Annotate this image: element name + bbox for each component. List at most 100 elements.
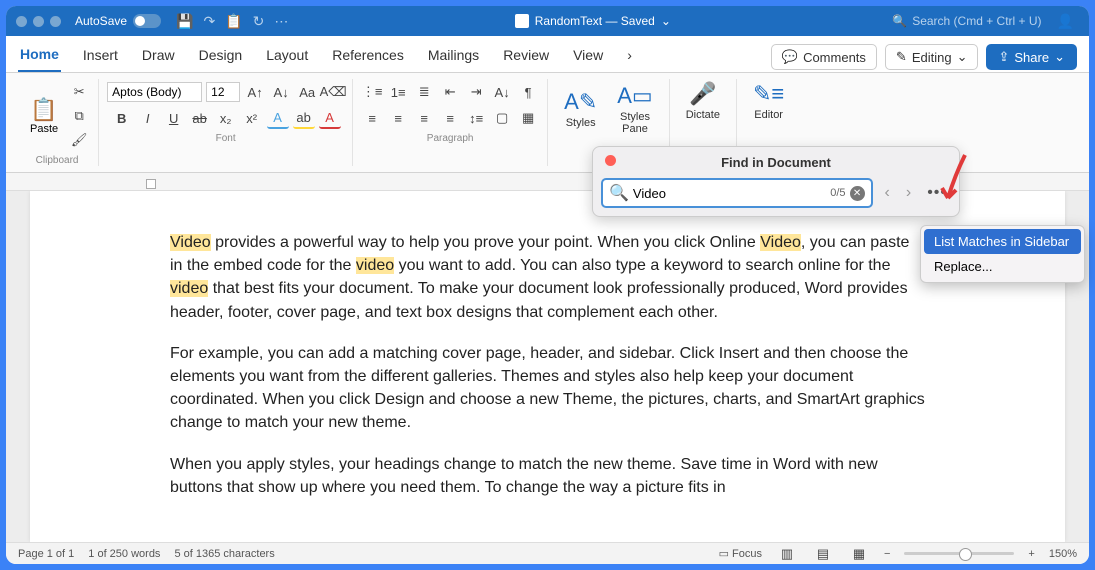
zoom-level[interactable]: 150% <box>1049 548 1077 560</box>
format-painter-icon[interactable]: 🖌 <box>68 129 90 151</box>
view-web-icon[interactable]: ▤ <box>812 543 834 565</box>
save-icon[interactable]: 💾 <box>176 13 193 30</box>
focus-mode[interactable]: ▭ Focus <box>719 547 762 560</box>
multilevel-list-icon[interactable]: ≣ <box>413 81 435 103</box>
find-input-wrap: 🔍 0/5 ✕ <box>601 178 873 208</box>
paragraph[interactable]: When you apply styles, your headings cha… <box>170 453 925 499</box>
increase-indent-icon[interactable]: ⇥ <box>465 81 487 103</box>
decrease-indent-icon[interactable]: ⇤ <box>439 81 461 103</box>
comments-button[interactable]: 💬 Comments <box>771 44 877 70</box>
close-icon[interactable] <box>605 155 616 166</box>
chevron-down-icon[interactable]: ⌄ <box>661 14 671 28</box>
autosave-toggle[interactable]: AutoSave <box>75 14 161 28</box>
close-window-icon[interactable] <box>16 16 27 27</box>
document-title[interactable]: RandomText — Saved ⌄ <box>293 14 892 28</box>
paragraph[interactable]: For example, you can add a matching cove… <box>170 342 925 435</box>
tab-draw[interactable]: Draw <box>140 43 177 71</box>
editing-mode-button[interactable]: ✎ Editing ⌄ <box>885 44 979 70</box>
tab-insert[interactable]: Insert <box>81 43 120 71</box>
search-field[interactable]: 🔍 Search (Cmd + Ctrl + U) <box>892 14 1041 28</box>
change-case-icon[interactable]: Aa <box>296 81 318 103</box>
decrease-font-icon[interactable]: A↓ <box>270 81 292 103</box>
tab-view[interactable]: View <box>571 43 605 71</box>
tab-mailings[interactable]: Mailings <box>426 43 481 71</box>
paste-button[interactable]: 📋 Paste <box>24 95 64 137</box>
minimize-window-icon[interactable] <box>33 16 44 27</box>
toggle-icon[interactable] <box>133 14 161 28</box>
superscript-icon[interactable]: x² <box>241 107 263 129</box>
bullets-icon[interactable]: ⋮≡ <box>361 81 383 103</box>
menu-list-matches[interactable]: List Matches in Sidebar <box>924 229 1081 254</box>
bold-icon[interactable]: B <box>111 107 133 129</box>
window-controls[interactable] <box>16 16 61 27</box>
borders-icon[interactable]: ▦ <box>517 107 539 129</box>
font-color-icon[interactable]: A <box>319 107 341 129</box>
view-print-icon[interactable]: ▥ <box>776 543 798 565</box>
group-label: Paragraph <box>427 133 474 144</box>
account-icon[interactable]: 👤 <box>1057 13 1074 30</box>
italic-icon[interactable]: I <box>137 107 159 129</box>
styles-pane-icon: A▭ <box>617 83 652 109</box>
qat-more-icon[interactable]: ⋯ <box>274 13 288 30</box>
tab-review[interactable]: Review <box>501 43 551 71</box>
paste-qat-icon[interactable]: 📋 <box>225 13 242 30</box>
tab-design[interactable]: Design <box>197 43 245 71</box>
statusbar: Page 1 of 1 1 of 250 words 5 of 1365 cha… <box>6 542 1089 564</box>
zoom-out-icon[interactable]: − <box>884 548 890 560</box>
tab-home[interactable]: Home <box>18 42 61 72</box>
styles-button[interactable]: A✎ Styles <box>556 87 605 131</box>
shading-icon[interactable]: ▢ <box>491 107 513 129</box>
highlight-icon[interactable]: ab <box>293 107 315 129</box>
font-name-select[interactable] <box>107 82 202 102</box>
show-marks-icon[interactable]: ¶ <box>517 81 539 103</box>
font-size-select[interactable] <box>206 82 240 102</box>
share-button[interactable]: ⇪ Share ⌄ <box>986 44 1077 70</box>
clear-format-icon[interactable]: A⌫ <box>322 81 344 103</box>
zoom-in-icon[interactable]: + <box>1028 548 1034 560</box>
line-spacing-icon[interactable]: ↕≡ <box>465 107 487 129</box>
undo-icon[interactable]: ↷ <box>203 13 215 30</box>
editor-button[interactable]: ✎≡ Editor <box>745 79 792 123</box>
copy-icon[interactable]: ⧉ <box>68 105 90 127</box>
styles-icon: A✎ <box>564 89 597 115</box>
find-input[interactable] <box>633 186 830 201</box>
paragraph[interactable]: Video provides a powerful way to help yo… <box>170 231 925 324</box>
view-outline-icon[interactable]: ▦ <box>848 543 870 565</box>
align-center-icon[interactable]: ≡ <box>387 107 409 129</box>
sort-icon[interactable]: A↓ <box>491 81 513 103</box>
cut-icon[interactable]: ✂ <box>68 81 90 103</box>
redo-icon[interactable]: ↻ <box>253 13 265 30</box>
align-right-icon[interactable]: ≡ <box>413 107 435 129</box>
find-context-menu: List Matches in Sidebar Replace... <box>920 225 1085 283</box>
align-left-icon[interactable]: ≡ <box>361 107 383 129</box>
tab-layout[interactable]: Layout <box>264 43 310 71</box>
pencil-icon: ✎ <box>896 49 907 65</box>
find-next-icon[interactable]: › <box>902 184 915 202</box>
dictate-button[interactable]: 🎤 Dictate <box>678 79 728 123</box>
justify-icon[interactable]: ≡ <box>439 107 461 129</box>
zoom-slider[interactable] <box>904 552 1014 555</box>
zoom-window-icon[interactable] <box>50 16 61 27</box>
text-effects-icon[interactable]: A <box>267 107 289 129</box>
find-more-icon[interactable]: ••• <box>923 184 951 202</box>
styles-pane-button[interactable]: A▭ Styles Pane <box>609 81 660 137</box>
find-panel: Find in Document 🔍 0/5 ✕ ‹ › ••• <box>592 146 960 217</box>
tab-references[interactable]: References <box>330 43 406 71</box>
find-title: Find in Document <box>601 155 951 170</box>
underline-icon[interactable]: U <box>163 107 185 129</box>
chevron-down-icon: ⌄ <box>1054 49 1065 65</box>
menu-replace[interactable]: Replace... <box>924 254 1081 279</box>
strikethrough-icon[interactable]: ab <box>189 107 211 129</box>
subscript-icon[interactable]: x₂ <box>215 107 237 129</box>
comment-icon: 💬 <box>782 49 798 65</box>
word-count[interactable]: 1 of 250 words <box>88 548 160 560</box>
page-status[interactable]: Page 1 of 1 <box>18 548 74 560</box>
char-count[interactable]: 5 of 1365 characters <box>174 548 274 560</box>
tab-more[interactable]: › <box>625 43 634 71</box>
clear-icon[interactable]: ✕ <box>850 186 865 201</box>
increase-font-icon[interactable]: A↑ <box>244 81 266 103</box>
numbering-icon[interactable]: 1≡ <box>387 81 409 103</box>
page[interactable]: Video provides a powerful way to help yo… <box>30 191 1065 542</box>
autosave-label: AutoSave <box>75 14 127 28</box>
find-prev-icon[interactable]: ‹ <box>881 184 894 202</box>
